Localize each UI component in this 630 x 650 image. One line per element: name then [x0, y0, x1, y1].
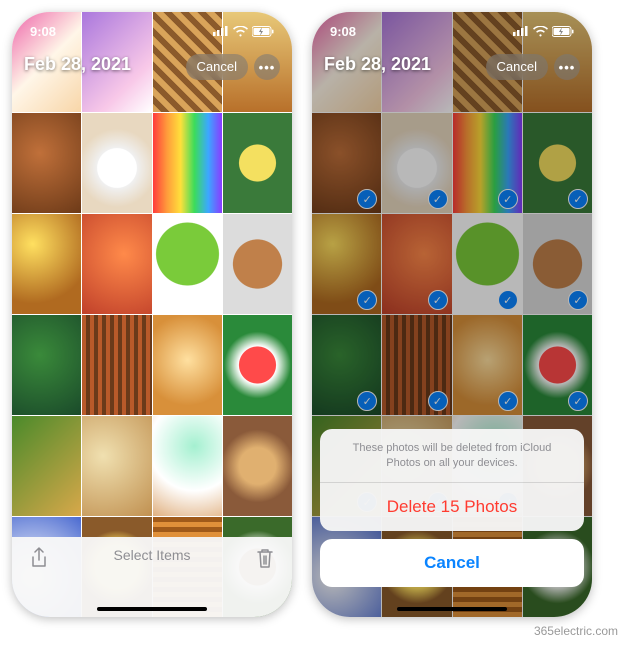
photo-thumbnail[interactable] [12, 315, 81, 415]
trash-button[interactable] [256, 547, 274, 569]
action-sheet-group: These photos will be deleted from iCloud… [320, 429, 584, 531]
share-icon [30, 547, 48, 569]
status-bar: 9:08 [12, 12, 292, 50]
status-time: 9:08 [30, 24, 56, 39]
trash-icon [256, 547, 274, 569]
action-sheet: These photos will be deleted from iCloud… [312, 421, 592, 617]
photo-thumbnail[interactable] [223, 315, 292, 415]
photo-thumbnail[interactable] [153, 315, 222, 415]
select-items-label: Select Items [48, 547, 256, 563]
phone-right: ✓ ✓ ✓ ✓ ✓ ✓ ✓ ✓ ✓ ✓ ✓ ✓ ✓ ✓ ✓ 9:08 [312, 12, 592, 617]
watermark: 365electric.com [534, 624, 618, 638]
photo-thumbnail[interactable] [153, 416, 222, 516]
share-button[interactable] [30, 547, 48, 569]
photo-thumbnail[interactable] [82, 214, 151, 314]
photo-thumbnail[interactable] [12, 416, 81, 516]
action-sheet-cancel-button[interactable]: Cancel [320, 539, 584, 587]
battery-charging-icon [252, 26, 274, 37]
ellipsis-icon: ••• [259, 60, 276, 75]
signal-icon [213, 26, 229, 36]
status-icons [213, 26, 274, 37]
photo-thumbnail[interactable] [223, 416, 292, 516]
home-indicator[interactable] [97, 607, 207, 611]
signal-icon [513, 26, 529, 36]
wifi-icon [533, 26, 548, 37]
photo-thumbnail[interactable] [223, 214, 292, 314]
more-button[interactable]: ••• [254, 54, 280, 80]
action-sheet-message: These photos will be deleted from iCloud… [320, 429, 584, 482]
delete-photos-button[interactable]: Delete 15 Photos [320, 483, 584, 531]
photo-thumbnail[interactable] [153, 113, 222, 213]
bottom-toolbar: Select Items [12, 537, 292, 617]
cancel-button[interactable]: Cancel [186, 54, 248, 80]
status-bar: 9:08 [312, 12, 592, 50]
phone-left: 9:08 Feb 28, 2021 Cancel ••• Select Item… [12, 12, 292, 617]
photo-thumbnail[interactable] [223, 113, 292, 213]
date-title: Feb 28, 2021 [24, 54, 131, 75]
photo-thumbnail[interactable] [12, 214, 81, 314]
photo-thumbnail[interactable] [82, 315, 151, 415]
status-icons [513, 26, 574, 37]
home-indicator[interactable] [397, 607, 507, 611]
cancel-button[interactable]: Cancel [486, 54, 548, 80]
photo-thumbnail[interactable] [82, 416, 151, 516]
ellipsis-icon: ••• [559, 60, 576, 75]
photo-thumbnail[interactable] [153, 214, 222, 314]
photo-thumbnail[interactable] [82, 113, 151, 213]
photo-grid [12, 12, 292, 617]
battery-charging-icon [552, 26, 574, 37]
more-button[interactable]: ••• [554, 54, 580, 80]
status-time: 9:08 [330, 24, 356, 39]
wifi-icon [233, 26, 248, 37]
date-title: Feb 28, 2021 [324, 54, 431, 75]
photo-thumbnail[interactable] [12, 113, 81, 213]
